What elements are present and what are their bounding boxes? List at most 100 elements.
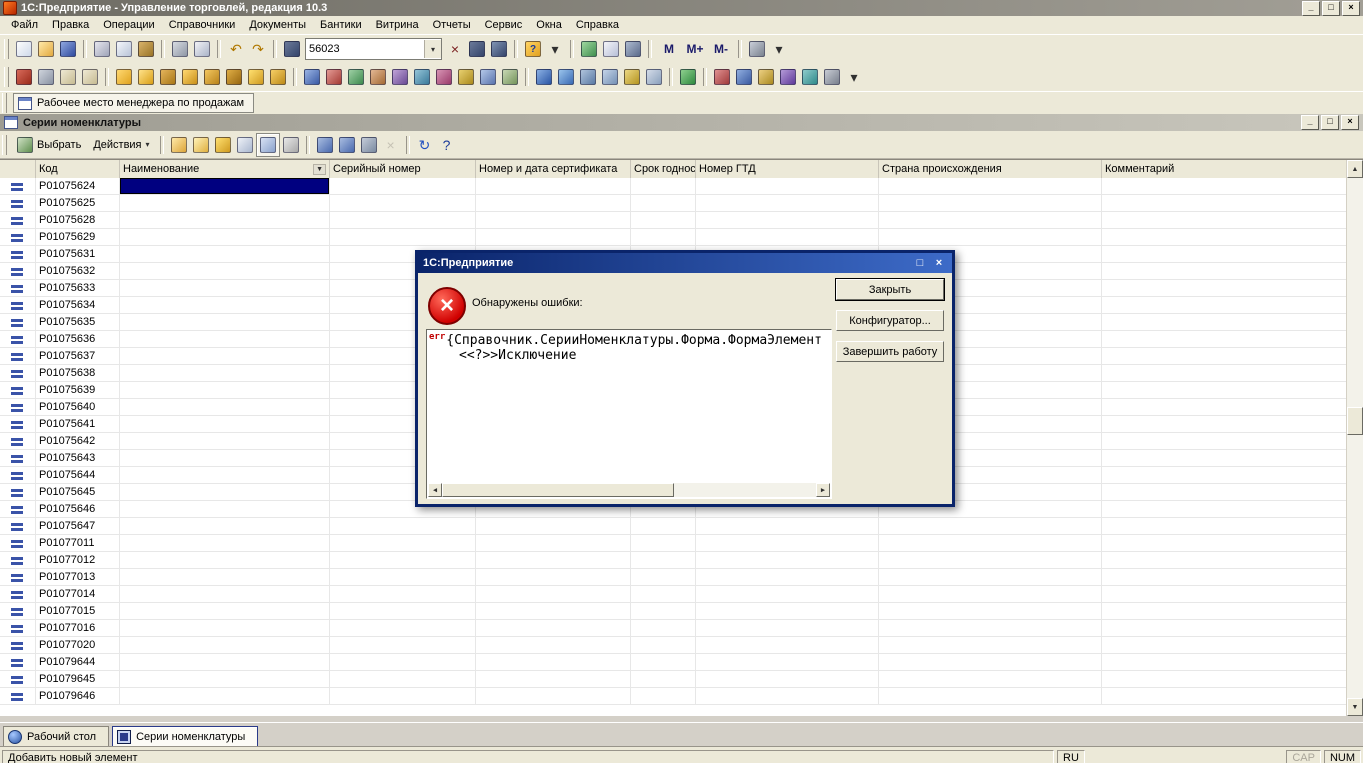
cell-comment[interactable] — [1102, 552, 1347, 568]
cell-icon[interactable] — [0, 552, 36, 568]
cell-cert[interactable] — [476, 212, 631, 228]
cell-serial[interactable] — [330, 518, 476, 534]
scroll-left-icon[interactable]: ◀ — [428, 483, 442, 497]
cell-expiry[interactable] — [631, 671, 696, 687]
cell-icon[interactable] — [0, 246, 36, 262]
cell-icon[interactable] — [0, 297, 36, 313]
cell-icon[interactable] — [0, 263, 36, 279]
document-icon[interactable] — [57, 66, 79, 88]
warehouses-icon[interactable] — [577, 66, 599, 88]
currencies-icon[interactable] — [621, 66, 643, 88]
close-dialog-button[interactable]: Закрыть — [836, 279, 944, 300]
table-row[interactable]: P01079644 — [0, 654, 1347, 671]
table-row[interactable]: P01077012 — [0, 552, 1347, 569]
scroll-up-icon[interactable]: ▲ — [1347, 160, 1363, 178]
cell-code[interactable]: P01075631 — [36, 246, 120, 262]
cell-comment[interactable] — [1102, 518, 1347, 534]
cell-cert[interactable] — [476, 688, 631, 704]
scroll-down-icon[interactable]: ▼ — [1347, 698, 1363, 716]
address-book-icon[interactable] — [13, 66, 35, 88]
cell-gtd[interactable] — [696, 178, 879, 194]
cell-comment[interactable] — [1102, 569, 1347, 585]
invoice-note-icon[interactable] — [477, 66, 499, 88]
cell-comment[interactable] — [1102, 688, 1347, 704]
cell-code[interactable]: P01077011 — [36, 535, 120, 551]
cell-icon[interactable] — [0, 671, 36, 687]
quick-search-input[interactable] — [306, 41, 424, 57]
dialog-title-bar[interactable]: 1С:Предприятие □ × — [418, 253, 952, 273]
dropdown-icon[interactable]: ▾ — [768, 38, 790, 60]
cell-icon[interactable] — [0, 484, 36, 500]
cell-icon[interactable] — [0, 450, 36, 466]
cell-name[interactable] — [120, 501, 330, 517]
cell-icon[interactable] — [0, 195, 36, 211]
cell-cert[interactable] — [476, 637, 631, 653]
quick-help-icon[interactable]: ? — [522, 38, 544, 60]
cell-name[interactable] — [120, 586, 330, 602]
cell-icon[interactable] — [0, 688, 36, 704]
dialog-maximize-button[interactable]: □ — [912, 256, 928, 271]
cell-country[interactable] — [879, 518, 1102, 534]
memory-plus-button[interactable]: M+ — [682, 38, 708, 60]
cell-comment[interactable] — [1102, 382, 1347, 398]
cell-code[interactable]: P01075632 — [36, 263, 120, 279]
cell-name[interactable] — [120, 348, 330, 364]
cell-name[interactable] — [120, 433, 330, 449]
cell-code[interactable]: P01079644 — [36, 654, 120, 670]
goods-issue-icon[interactable] — [367, 66, 389, 88]
menu-item-7[interactable]: Витрина — [369, 17, 426, 33]
cell-country[interactable] — [879, 620, 1102, 636]
cell-name[interactable] — [120, 654, 330, 670]
cell-country[interactable] — [879, 212, 1102, 228]
table-row[interactable]: P01075624 — [0, 178, 1347, 195]
toolbar-grip[interactable] — [2, 134, 7, 155]
cell-gtd[interactable] — [696, 586, 879, 602]
minimize-button[interactable]: _ — [1302, 0, 1320, 16]
cell-name[interactable] — [120, 229, 330, 245]
cell-comment[interactable] — [1102, 501, 1347, 517]
cell-code[interactable]: P01075646 — [36, 501, 120, 517]
cash-receipt-icon[interactable] — [179, 66, 201, 88]
cell-expiry[interactable] — [631, 229, 696, 245]
cell-serial[interactable] — [330, 688, 476, 704]
toolbar-grip[interactable] — [4, 39, 9, 59]
cell-icon[interactable] — [0, 331, 36, 347]
cell-country[interactable] — [879, 688, 1102, 704]
cell-code[interactable]: P01075628 — [36, 212, 120, 228]
cell-expiry[interactable] — [631, 518, 696, 534]
configurator-button[interactable]: Конфигуратор... — [836, 310, 944, 331]
column-header-country[interactable]: Страна происхождения — [879, 160, 1102, 178]
cell-name[interactable] — [120, 450, 330, 466]
cell-name[interactable] — [120, 195, 330, 211]
column-header-serial[interactable]: Серийный номер — [330, 160, 476, 178]
price-list-icon[interactable] — [455, 66, 477, 88]
cell-expiry[interactable] — [631, 212, 696, 228]
menu-item-1[interactable]: Файл — [4, 17, 45, 33]
cell-code[interactable]: P01075640 — [36, 399, 120, 415]
cell-expiry[interactable] — [631, 603, 696, 619]
cell-code[interactable]: P01075624 — [36, 178, 120, 194]
purchase-invoice-icon[interactable] — [301, 66, 323, 88]
cell-comment[interactable] — [1102, 297, 1347, 313]
child-minimize-button[interactable]: _ — [1301, 115, 1319, 130]
table-row[interactable]: P01075647 — [0, 518, 1347, 535]
cell-code[interactable]: P01075638 — [36, 365, 120, 381]
cell-comment[interactable] — [1102, 246, 1347, 262]
price-types-icon[interactable] — [599, 66, 621, 88]
cell-name[interactable] — [120, 297, 330, 313]
cell-icon[interactable] — [0, 518, 36, 534]
cell-gtd[interactable] — [696, 569, 879, 585]
cell-expiry[interactable] — [631, 586, 696, 602]
cell-icon[interactable] — [0, 586, 36, 602]
cell-serial[interactable] — [330, 620, 476, 636]
cell-name[interactable] — [120, 552, 330, 568]
cell-code[interactable]: P01075645 — [36, 484, 120, 500]
cell-name[interactable] — [120, 688, 330, 704]
cell-icon[interactable] — [0, 348, 36, 364]
cell-name[interactable] — [120, 314, 330, 330]
cell-comment[interactable] — [1102, 586, 1347, 602]
cell-name[interactable] — [120, 518, 330, 534]
cell-name[interactable] — [120, 484, 330, 500]
cell-icon[interactable] — [0, 280, 36, 296]
cell-code[interactable]: P01075642 — [36, 433, 120, 449]
